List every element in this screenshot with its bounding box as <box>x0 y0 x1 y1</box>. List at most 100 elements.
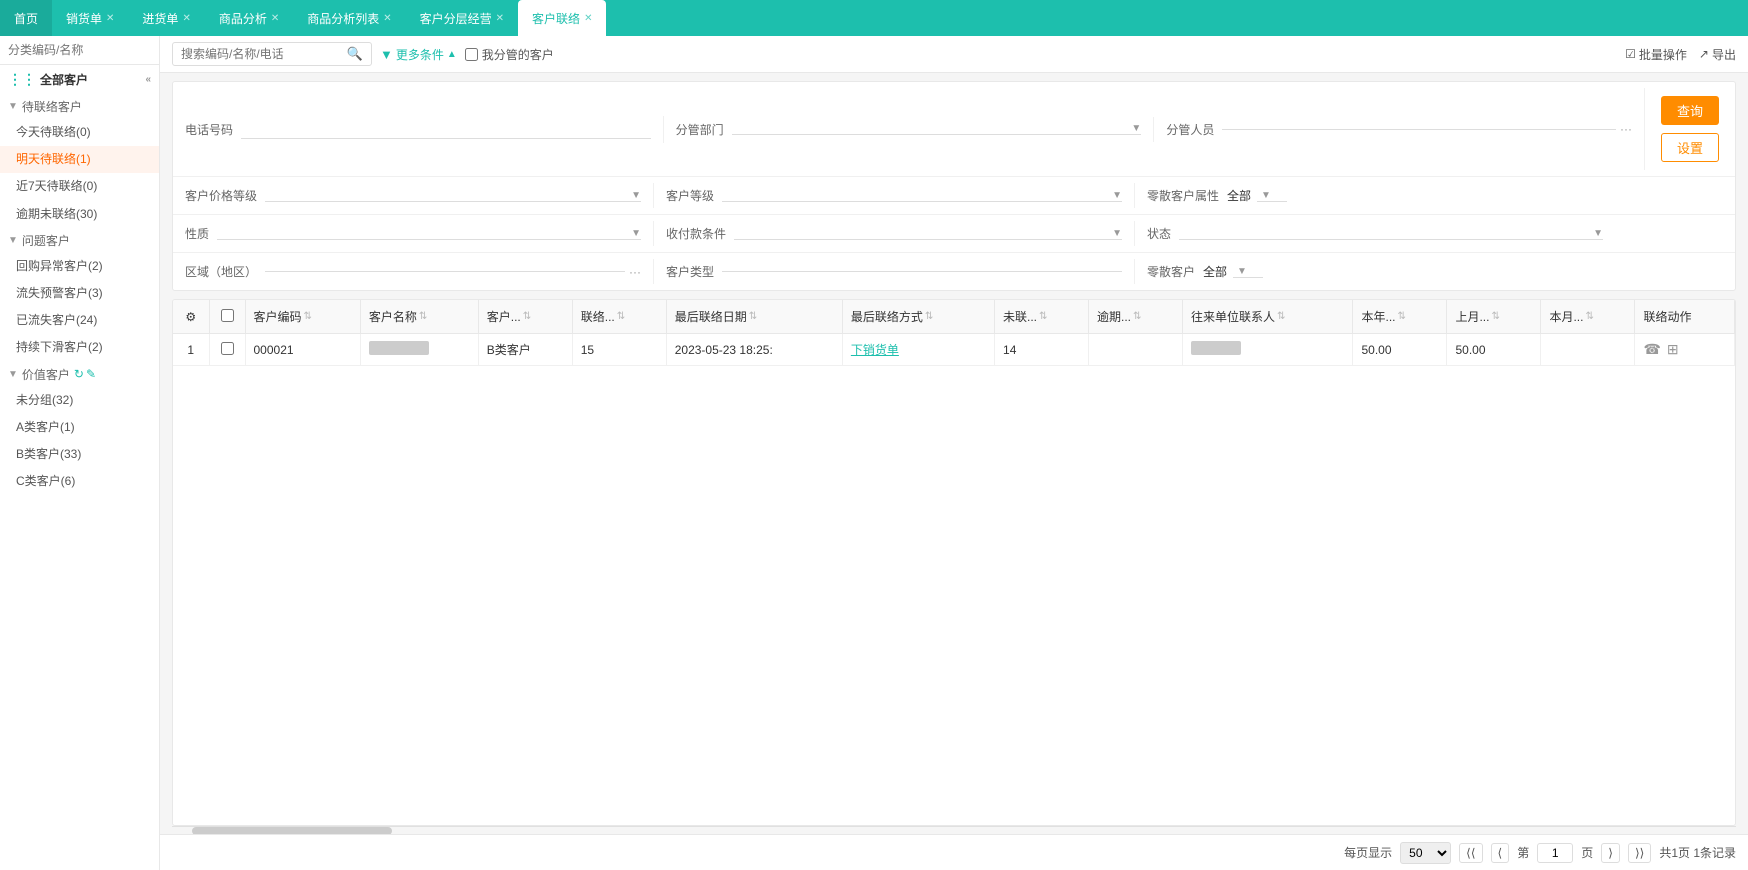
my-customers-checkbox-label[interactable]: 我分管的客户 <box>465 46 554 63</box>
filter-cell-scattered-attr: 零散客户属性 全部 ▼ <box>1135 183 1615 208</box>
filter-select-person[interactable] <box>1222 129 1616 130</box>
filter-select-payment[interactable]: ▼ <box>734 228 1122 240</box>
contact-action-icon-1[interactable]: ☎ <box>1643 341 1660 358</box>
td-contact-action: ☎ ⊞ <box>1635 334 1735 366</box>
group-value-customers[interactable]: ▼ 价值客户 ↻ ✎ <box>0 362 159 387</box>
horizontal-scrollbar[interactable] <box>172 826 1736 834</box>
th-this-month[interactable]: 本月... ⇅ <box>1541 300 1635 334</box>
close-purchase-icon[interactable]: ✕ <box>182 13 190 24</box>
main-layout: 🔍 ⋮⋮ 全部客户 « ▼ 待联络客户 今天待联络(0) 明天待联络(1) 近7… <box>0 36 1748 870</box>
nav-goods-analysis[interactable]: 商品分析 ✕ <box>205 0 293 36</box>
filter-row-2: 客户价格等级 ▼ 客户等级 ▼ 零散客户属性 全部 <box>173 177 1735 215</box>
last-page-button[interactable]: ⟩⟩ <box>1628 843 1651 863</box>
th-last-contact-date[interactable]: 最后联络日期 ⇅ <box>666 300 842 334</box>
group-problem-customers[interactable]: ▼ 问题客户 <box>0 228 159 253</box>
th-contacts[interactable]: 联络... ⇅ <box>572 300 666 334</box>
th-settings[interactable]: ⚙ <box>173 300 209 334</box>
select-all-checkbox[interactable] <box>221 309 234 322</box>
reset-button[interactable]: 设置 <box>1661 133 1719 162</box>
toolbar-search-input[interactable] <box>181 47 347 61</box>
next-page-button[interactable]: ⟩ <box>1601 843 1620 863</box>
th-contact-person[interactable]: 往来单位联系人 ⇅ <box>1182 300 1353 334</box>
close-sales-icon[interactable]: ✕ <box>106 13 114 24</box>
filter-select-region[interactable] <box>265 271 625 272</box>
query-button[interactable]: 查询 <box>1661 96 1719 125</box>
value-edit-icon[interactable]: ✎ <box>86 367 96 381</box>
td-unlinked-days: 14 <box>995 334 1089 366</box>
filter-cell-customer-type: 客户类型 <box>654 259 1135 284</box>
sidebar-search-input[interactable] <box>8 43 160 57</box>
nav-home[interactable]: 首页 <box>0 0 52 36</box>
sidebar-item-c-class[interactable]: C类客户(6) <box>0 468 159 495</box>
th-unlinked-days[interactable]: 未联... ⇅ <box>995 300 1089 334</box>
td-last-contact-method: 下销货单 <box>842 334 994 366</box>
settings-icon[interactable]: ⚙ <box>185 310 196 324</box>
sidebar-item-tomorrow-contact[interactable]: 明天待联络(1) <box>0 146 159 173</box>
sort-last-method-icon: ⇅ <box>925 311 933 322</box>
sidebar-item-today-contact[interactable]: 今天待联络(0) <box>0 119 159 146</box>
nav-sales[interactable]: 销货单 ✕ <box>52 0 128 36</box>
sidebar-item-b-class[interactable]: B类客户(33) <box>0 441 159 468</box>
filter-select-customer-type[interactable] <box>722 271 1122 272</box>
nav-customer-contact[interactable]: 客户联络 ✕ <box>518 0 606 36</box>
value-refresh-icon[interactable]: ↻ <box>74 367 84 381</box>
sort-overdue-icon: ⇅ <box>1133 311 1141 322</box>
filter-select-customer-tier[interactable]: ▼ <box>722 190 1122 202</box>
th-this-year[interactable]: 本年... ⇅ <box>1353 300 1447 334</box>
filter-label-scattered-attr: 零散客户属性 <box>1147 187 1219 204</box>
filter-select-price-tier[interactable]: ▼ <box>265 190 641 202</box>
filter-select-scattered-attr[interactable]: ▼ <box>1257 190 1287 202</box>
filter-cell-status: 状态 ▼ <box>1135 221 1615 246</box>
toolbar-search-icon[interactable]: 🔍 <box>347 46 363 62</box>
nav-customer-tier[interactable]: 客户分层经营 ✕ <box>406 0 518 36</box>
sidebar-item-repurchase-abnormal[interactable]: 回购异常客户(2) <box>0 253 159 280</box>
th-customer-name[interactable]: 客户名称 ⇅ <box>360 300 478 334</box>
close-goods-analysis-list-icon[interactable]: ✕ <box>383 13 391 24</box>
filter-select-nature[interactable]: ▼ <box>217 228 641 240</box>
filter-dots-person[interactable]: ··· <box>1620 122 1632 136</box>
filter-cell-price-tier: 客户价格等级 ▼ <box>173 183 654 208</box>
all-customers-collapse-icon[interactable]: « <box>145 74 151 85</box>
sidebar-item-a-class[interactable]: A类客户(1) <box>0 414 159 441</box>
td-customer-type: B类客户 <box>478 334 572 366</box>
td-this-month <box>1541 334 1635 366</box>
problem-arrow-icon: ▼ <box>8 235 18 246</box>
prev-page-button[interactable]: ⟨ <box>1491 843 1510 863</box>
sidebar-item-ungrouped[interactable]: 未分组(32) <box>0 387 159 414</box>
batch-op-button[interactable]: ☑ 批量操作 <box>1625 46 1687 63</box>
all-customers-header[interactable]: ⋮⋮ 全部客户 « <box>0 65 159 94</box>
filter-input-phone[interactable] <box>241 120 651 139</box>
first-page-button[interactable]: ⟨⟨ <box>1459 843 1482 863</box>
page-number-input[interactable] <box>1537 843 1573 863</box>
filter-select-dept[interactable]: ▼ <box>732 123 1142 135</box>
toolbar-search-container: 🔍 <box>172 42 372 66</box>
group-pending-contact[interactable]: ▼ 待联络客户 <box>0 94 159 119</box>
th-overdue[interactable]: 逾期... ⇅ <box>1089 300 1183 334</box>
close-customer-tier-icon[interactable]: ✕ <box>496 13 504 24</box>
filter-more-button[interactable]: ▼ 更多条件 ▲ <box>380 46 457 63</box>
sidebar-item-churned[interactable]: 已流失客户(24) <box>0 307 159 334</box>
contact-action-icon-2[interactable]: ⊞ <box>1667 341 1679 358</box>
th-last-month[interactable]: 上月... ⇅ <box>1447 300 1541 334</box>
th-contact-action: 联络动作 <box>1635 300 1735 334</box>
filter-panel: 电话号码 分管部门 ▼ 分管人员 ··· <box>172 81 1736 291</box>
filter-select-status[interactable]: ▼ <box>1179 228 1603 240</box>
filter-select-scattered[interactable]: ▼ <box>1233 266 1263 278</box>
nav-purchase[interactable]: 进货单 ✕ <box>128 0 204 36</box>
th-last-contact-method[interactable]: 最后联络方式 ⇅ <box>842 300 994 334</box>
row-checkbox[interactable] <box>221 342 234 355</box>
export-button[interactable]: ↗ 导出 <box>1699 46 1736 63</box>
th-customer-type[interactable]: 客户... ⇅ <box>478 300 572 334</box>
th-customer-code[interactable]: 客户编码 ⇅ <box>245 300 360 334</box>
export-icon: ↗ <box>1699 47 1709 61</box>
my-customers-checkbox[interactable] <box>465 48 478 61</box>
page-size-select[interactable]: 50 100 200 <box>1400 842 1451 864</box>
close-goods-analysis-icon[interactable]: ✕ <box>271 13 279 24</box>
sidebar-item-churn-warning[interactable]: 流失预警客户(3) <box>0 280 159 307</box>
sidebar-item-declining[interactable]: 持续下滑客户(2) <box>0 334 159 361</box>
close-customer-contact-icon[interactable]: ✕ <box>584 13 592 24</box>
nav-goods-analysis-list[interactable]: 商品分析列表 ✕ <box>293 0 405 36</box>
filter-dots-region[interactable]: ··· <box>629 265 641 279</box>
sidebar-item-7days-contact[interactable]: 近7天待联络(0) <box>0 173 159 200</box>
sidebar-item-overdue-contact[interactable]: 逾期未联络(30) <box>0 201 159 228</box>
